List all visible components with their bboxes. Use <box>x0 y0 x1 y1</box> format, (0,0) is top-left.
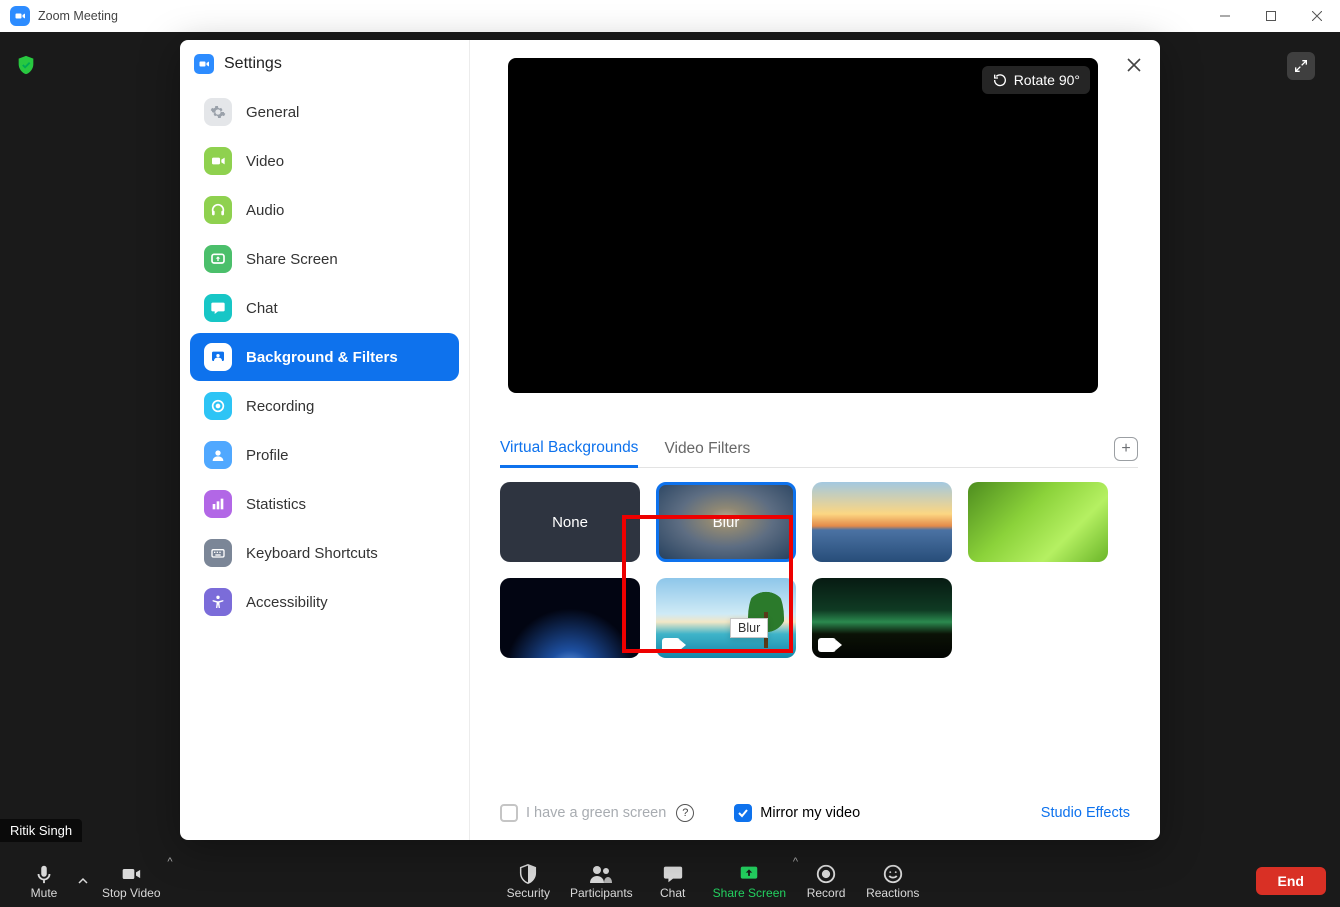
chart-icon <box>204 490 232 518</box>
video-badge-icon <box>818 638 836 652</box>
participant-name-badge: Ritik Singh <box>0 819 82 842</box>
checkbox-checked-icon <box>734 804 752 822</box>
nav-keyboard-shortcuts[interactable]: Keyboard Shortcuts <box>190 529 459 577</box>
encryption-shield-icon[interactable] <box>15 54 37 81</box>
gear-icon <box>204 98 232 126</box>
nav-video[interactable]: Video <box>190 137 459 185</box>
nav-recording[interactable]: Recording <box>190 382 459 430</box>
end-meeting-button[interactable]: End <box>1256 867 1326 895</box>
panel-footer: I have a green screen ? Mirror my video … <box>500 804 1130 822</box>
participants-button[interactable]: Participants <box>560 858 643 903</box>
video-icon <box>204 147 232 175</box>
meeting-toolbar: Mute Stop Video ^ Security Participants … <box>0 854 1340 907</box>
tab-virtual-backgrounds[interactable]: Virtual Backgrounds <box>500 431 638 468</box>
window-maximize-button[interactable] <box>1248 0 1294 32</box>
background-icon <box>204 343 232 371</box>
window-minimize-button[interactable] <box>1202 0 1248 32</box>
share-screen-button[interactable]: Share Screen ^ <box>703 858 796 903</box>
bg-option-beach[interactable] <box>656 578 796 658</box>
nav-statistics[interactable]: Statistics <box>190 480 459 528</box>
video-badge-icon <box>662 638 680 652</box>
background-grid: None Blur <box>500 482 1138 658</box>
record-icon <box>204 392 232 420</box>
chat-button[interactable]: Chat <box>643 858 703 903</box>
zoom-logo-icon <box>194 54 214 74</box>
nav-profile[interactable]: Profile <box>190 431 459 479</box>
nav-general[interactable]: General <box>190 88 459 136</box>
settings-title: Settings <box>224 55 282 73</box>
nav-share-screen[interactable]: Share Screen <box>190 235 459 283</box>
mute-button[interactable]: Mute <box>14 858 74 903</box>
settings-dialog: Settings General Video Audio Share Scree… <box>180 40 1160 840</box>
bg-option-blur[interactable]: Blur <box>656 482 796 562</box>
tab-video-filters[interactable]: Video Filters <box>664 432 750 466</box>
reactions-button[interactable]: Reactions <box>856 858 929 903</box>
nav-background-filters[interactable]: Background & Filters <box>190 333 459 381</box>
window-titlebar: Zoom Meeting <box>0 0 1340 32</box>
checkbox-unchecked-icon <box>500 804 518 822</box>
enter-fullscreen-button[interactable] <box>1287 52 1315 80</box>
keyboard-icon <box>204 539 232 567</box>
bg-option-earth[interactable] <box>500 578 640 658</box>
window-close-button[interactable] <box>1294 0 1340 32</box>
video-preview: Rotate 90° <box>508 58 1098 393</box>
nav-accessibility[interactable]: Accessibility <box>190 578 459 626</box>
chat-icon <box>204 294 232 322</box>
security-button[interactable]: Security <box>497 858 560 903</box>
settings-sidebar: Settings General Video Audio Share Scree… <box>180 40 470 840</box>
settings-panel: Rotate 90° Virtual Backgrounds Video Fil… <box>470 40 1160 840</box>
bg-option-grass[interactable] <box>968 482 1108 562</box>
record-button[interactable]: Record <box>796 858 856 903</box>
nav-audio[interactable]: Audio <box>190 186 459 234</box>
window-title: Zoom Meeting <box>38 9 118 23</box>
headphones-icon <box>204 196 232 224</box>
green-screen-checkbox[interactable]: I have a green screen <box>500 804 666 822</box>
rotate-button[interactable]: Rotate 90° <box>982 66 1090 94</box>
settings-header: Settings <box>190 54 459 88</box>
tooltip: Blur <box>730 618 768 638</box>
bg-option-aurora[interactable] <box>812 578 952 658</box>
video-options-chevron[interactable]: ^ <box>167 856 172 868</box>
audio-options-chevron[interactable] <box>74 866 92 896</box>
stop-video-button[interactable]: Stop Video ^ <box>92 858 171 903</box>
nav-chat[interactable]: Chat <box>190 284 459 332</box>
studio-effects-link[interactable]: Studio Effects <box>1041 805 1130 821</box>
bg-option-none[interactable]: None <box>500 482 640 562</box>
user-icon <box>204 441 232 469</box>
share-icon <box>204 245 232 273</box>
accessibility-icon <box>204 588 232 616</box>
add-background-button[interactable]: + <box>1114 437 1138 461</box>
panel-tabs: Virtual Backgrounds Video Filters + <box>500 431 1138 468</box>
zoom-app-icon <box>10 6 30 26</box>
help-icon[interactable]: ? <box>676 804 694 822</box>
mirror-video-checkbox[interactable]: Mirror my video <box>734 804 860 822</box>
bg-option-bridge[interactable] <box>812 482 952 562</box>
